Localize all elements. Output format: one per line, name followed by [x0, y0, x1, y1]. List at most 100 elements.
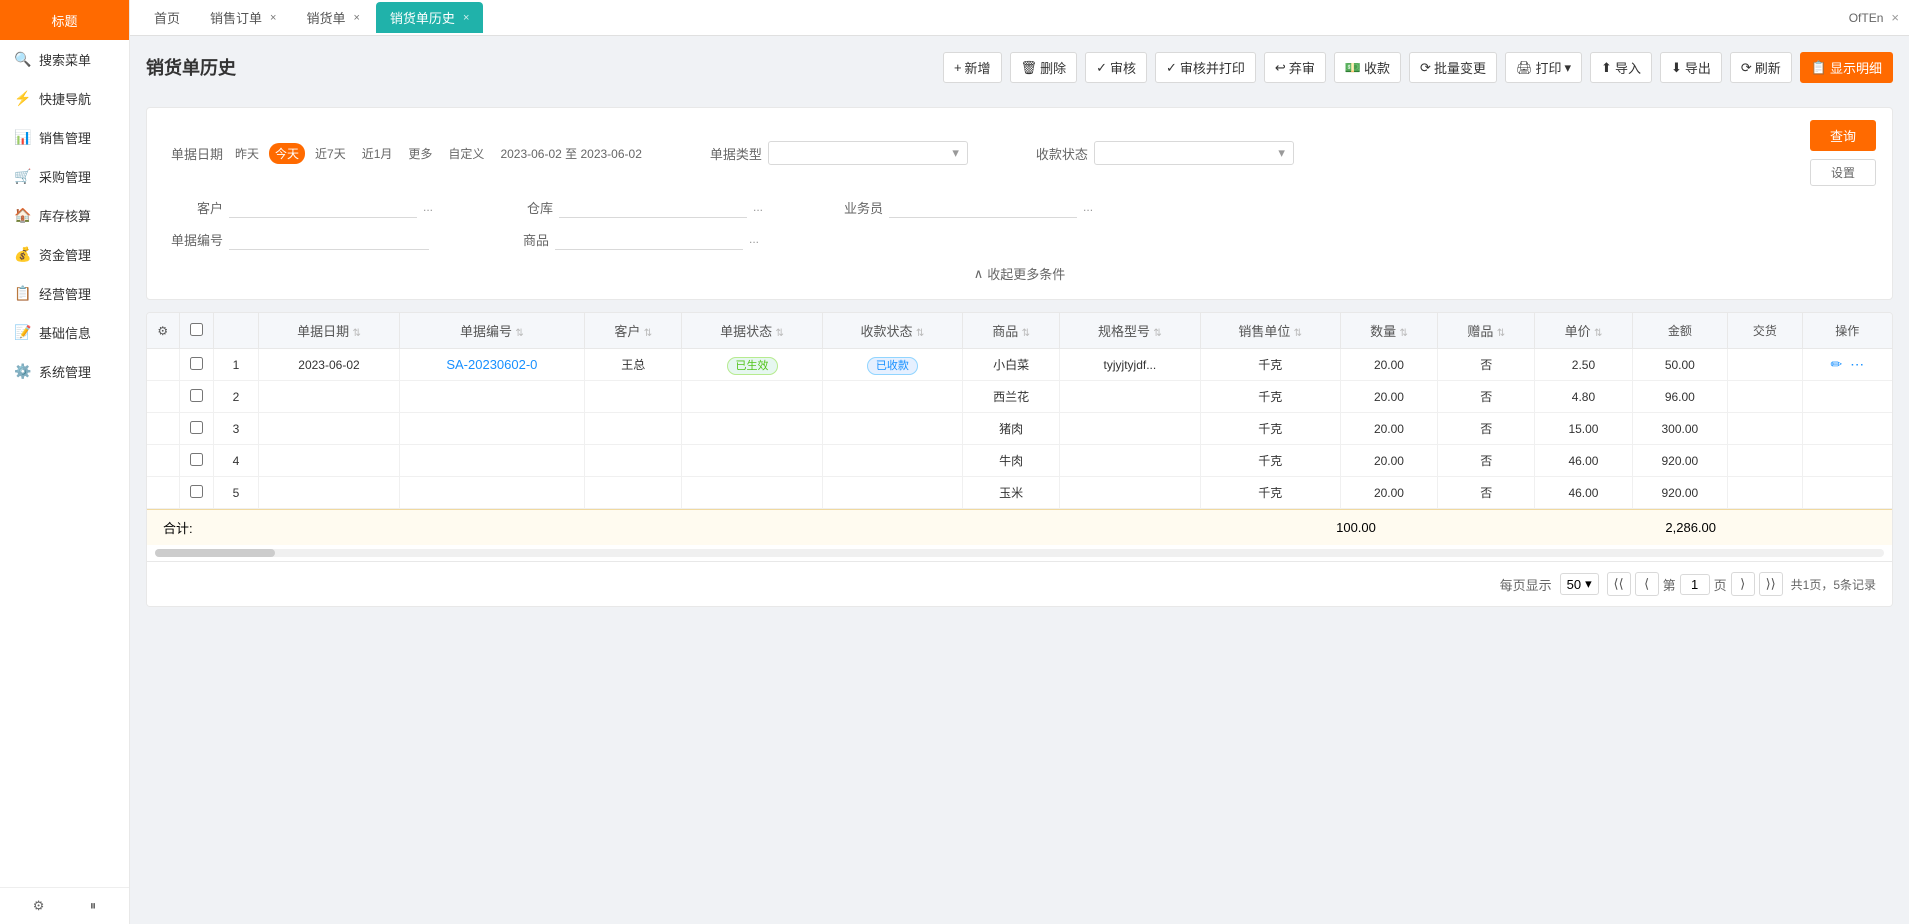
td-checkbox[interactable] — [179, 381, 213, 413]
th-gift[interactable]: 赠品 ⇅ — [1438, 313, 1535, 349]
th-gear[interactable]: ⚙ — [147, 313, 179, 349]
th-price[interactable]: 单价 ⇅ — [1535, 313, 1632, 349]
tab-home[interactable]: 首页 — [140, 2, 194, 33]
date-tab-today[interactable]: 今天 — [269, 143, 305, 164]
td-checkbox[interactable] — [179, 413, 213, 445]
prev-page-button[interactable]: ⟨ — [1635, 572, 1659, 596]
th-customer[interactable]: 客户 ⇅ — [585, 313, 682, 349]
set-button[interactable]: 设置 — [1810, 159, 1876, 186]
close-sales-history-icon[interactable]: × — [463, 12, 469, 24]
salesperson-dots[interactable]: ... — [1083, 200, 1093, 214]
td-doc-no[interactable] — [399, 413, 585, 445]
sidebar-item-sales-mgmt[interactable]: 📊 销售管理 — [0, 118, 129, 157]
date-tab-7days[interactable]: 近7天 — [309, 143, 352, 164]
th-qty[interactable]: 数量 ⇅ — [1340, 313, 1437, 349]
td-action[interactable] — [1802, 445, 1892, 477]
td-action[interactable] — [1802, 413, 1892, 445]
date-tab-1month[interactable]: 近1月 — [356, 143, 399, 164]
add-button[interactable]: + 新增 — [943, 52, 1002, 83]
show-detail-button[interactable]: 📋 显示明细 — [1800, 52, 1893, 83]
first-page-button[interactable]: ⟨⟨ — [1607, 572, 1631, 596]
print-button[interactable]: 🖨 打印 ▾ — [1505, 52, 1582, 83]
td-doc-no[interactable] — [399, 381, 585, 413]
date-tab-more[interactable]: 更多 — [402, 143, 438, 164]
tab-sales-goods[interactable]: 销货单 × — [292, 2, 373, 33]
abandon-button[interactable]: ↩ 弃审 — [1264, 52, 1326, 83]
row-checkbox[interactable] — [190, 485, 203, 498]
customer-input[interactable] — [229, 196, 417, 218]
refresh-button[interactable]: ⟳ 刷新 — [1730, 52, 1792, 83]
td-action[interactable]: ✏⋯ — [1802, 349, 1892, 381]
row-checkbox[interactable] — [190, 421, 203, 434]
next-page-button[interactable]: ⟩ — [1731, 572, 1755, 596]
query-button[interactable]: 查询 — [1810, 120, 1876, 151]
goods-dots[interactable]: ... — [749, 232, 759, 246]
row-checkbox[interactable] — [190, 389, 203, 402]
td-doc-no[interactable]: SA-20230602-0 — [399, 349, 585, 381]
goods-input[interactable] — [555, 228, 743, 250]
tab-sales-history[interactable]: 销货单历史 × — [376, 2, 483, 33]
td-gear — [147, 381, 179, 413]
more-row-icon[interactable]: ⋯ — [1850, 356, 1864, 373]
th-collect-status[interactable]: 收款状态 ⇅ — [822, 313, 962, 349]
doc-no-link[interactable]: SA-20230602-0 — [446, 357, 537, 372]
edit-row-icon[interactable]: ✏ — [1830, 356, 1842, 373]
sidebar-item-finance[interactable]: 💰 资金管理 — [0, 235, 129, 274]
td-doc-no[interactable] — [399, 445, 585, 477]
td-checkbox[interactable] — [179, 349, 213, 381]
sidebar-item-operations[interactable]: 📋 经营管理 — [0, 274, 129, 313]
td-doc-no[interactable] — [399, 477, 585, 509]
audit-button[interactable]: ✓ 审核 — [1085, 52, 1147, 83]
td-action[interactable] — [1802, 477, 1892, 509]
th-unit[interactable]: 销售单位 ⇅ — [1200, 313, 1340, 349]
import-button[interactable]: ⬆ 导入 — [1590, 52, 1652, 83]
warehouse-input[interactable] — [559, 196, 747, 218]
date-tab-yesterday[interactable]: 昨天 — [229, 143, 265, 164]
select-all-checkbox[interactable] — [190, 323, 203, 336]
sidebar-item-system-mgmt[interactable]: ⚙️ 系统管理 — [0, 352, 129, 391]
td-checkbox[interactable] — [179, 445, 213, 477]
td-price: 4.80 — [1535, 381, 1632, 413]
row-checkbox[interactable] — [190, 453, 203, 466]
td-checkbox[interactable] — [179, 477, 213, 509]
collapse-button[interactable]: ∧ 收起更多条件 — [970, 260, 1070, 287]
audit-print-button[interactable]: ✓ 审核并打印 — [1155, 52, 1256, 83]
page-size-select[interactable]: 50 ▾ — [1560, 573, 1599, 595]
table-scrollbar[interactable] — [155, 549, 1884, 557]
th-goods[interactable]: 商品 ⇅ — [963, 313, 1060, 349]
close-sales-order-icon[interactable]: × — [270, 12, 276, 24]
td-price: 46.00 — [1535, 445, 1632, 477]
td-collect-status — [822, 381, 962, 413]
sidebar-item-basic-info[interactable]: 📝 基础信息 — [0, 313, 129, 352]
sidebar-item-purchase-mgmt[interactable]: 🛒 采购管理 — [0, 157, 129, 196]
batch-change-button[interactable]: ⟳ 批量变更 — [1409, 52, 1497, 83]
tab-sales-order[interactable]: 销售订单 × — [196, 2, 290, 33]
sidebar-item-quick-nav[interactable]: ⚡ 快捷导航 — [0, 79, 129, 118]
pause-icon[interactable]: ⏸ — [90, 898, 97, 914]
collect-button[interactable]: 💵 收款 — [1334, 52, 1401, 83]
warehouse-dots[interactable]: ... — [753, 200, 763, 214]
date-tab-custom[interactable]: 自定义 — [442, 143, 490, 164]
close-all-icon[interactable]: × — [1891, 10, 1899, 25]
settings-icon[interactable]: ⚙ — [33, 898, 45, 914]
th-doc-status[interactable]: 单据状态 ⇅ — [682, 313, 822, 349]
th-spec[interactable]: 规格型号 ⇅ — [1060, 313, 1200, 349]
doc-type-select[interactable]: ▾ — [768, 141, 968, 165]
export-button[interactable]: ⬇ 导出 — [1660, 52, 1722, 83]
last-page-button[interactable]: ⟩⟩ — [1759, 572, 1783, 596]
table-scroll[interactable]: ⚙ 单据日期 ⇅ 单据编号 ⇅ — [147, 313, 1892, 509]
close-sales-goods-icon[interactable]: × — [353, 12, 359, 24]
sidebar-item-inventory[interactable]: 🏠 库存核算 — [0, 196, 129, 235]
page-input[interactable] — [1680, 574, 1710, 595]
delete-button[interactable]: 🗑 删除 — [1010, 52, 1078, 83]
sidebar-item-search-menu[interactable]: 🔍 搜索菜单 — [0, 40, 129, 79]
doc-no-input[interactable] — [229, 228, 429, 250]
table-scrollbar-thumb[interactable] — [155, 549, 275, 557]
collect-status-select[interactable]: ▾ — [1094, 141, 1294, 165]
td-action[interactable] — [1802, 381, 1892, 413]
salesperson-input[interactable] — [889, 196, 1077, 218]
customer-dots[interactable]: ... — [423, 200, 433, 214]
th-doc-no[interactable]: 单据编号 ⇅ — [399, 313, 585, 349]
th-doc-date[interactable]: 单据日期 ⇅ — [259, 313, 399, 349]
row-checkbox[interactable] — [190, 357, 203, 370]
